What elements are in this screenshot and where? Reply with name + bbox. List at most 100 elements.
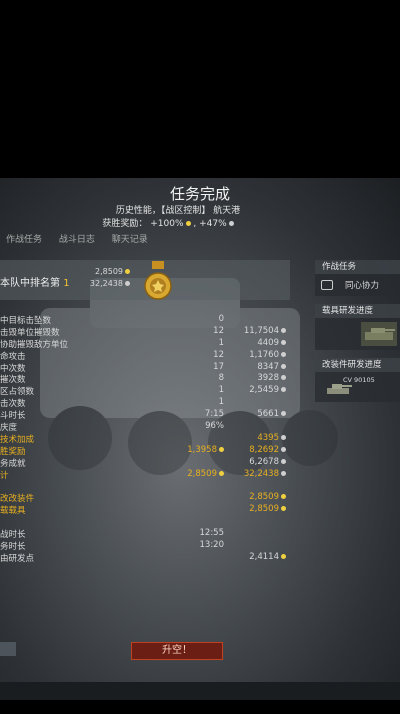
stats-row-label: 中目标击坠数 — [0, 316, 52, 326]
stats-row: 命攻击 12 1,1760 — [0, 350, 300, 362]
silver-lion-icon — [279, 457, 286, 467]
page-title: 任务完成 — [169, 185, 230, 203]
stats-row-label: 协助摧毁敌方单位 — [0, 339, 69, 350]
rank-sl: 32,2438 — [89, 279, 123, 288]
stats-row-value-b: 2,4114 — [249, 551, 279, 562]
stats-row: 斗时长 7:15 5661 — [0, 409, 300, 421]
stats-row-label: 务成就 — [0, 458, 26, 469]
module-research-box[interactable]: CV 90105 — [315, 372, 400, 402]
research-point-icon — [217, 469, 224, 479]
vehicle-research-title: 载具研发进度 — [315, 304, 400, 318]
stats-row: 战时长 12:55 — [0, 528, 300, 540]
stats-row-label: 摧次数 — [0, 375, 26, 386]
stats-row-value-a: 13:20 — [199, 539, 225, 550]
stats-row-value-a: 12:55 — [199, 528, 225, 539]
stats-row-value-b: 5661 — [257, 409, 279, 420]
stats-row-label: 区占领数 — [0, 387, 35, 398]
vehicle-research-image — [361, 322, 397, 346]
stats-row-label: 务时长 — [0, 541, 26, 552]
stats-row-label: 庆度 — [0, 423, 18, 434]
stats-row: 务时长 13:20 — [0, 540, 300, 552]
stats-row: 技术加成 4395 — [0, 433, 300, 445]
reward-label: 获胜奖励： — [102, 219, 148, 229]
stats-row-label: 击次数 — [0, 399, 26, 410]
silver-lion-icon — [279, 350, 286, 360]
stats-row: 胜奖励 1,3958 8,2692 — [0, 445, 300, 457]
research-point-icon — [279, 504, 286, 514]
rank-text: 本队中排名第 1 — [0, 274, 70, 289]
rank-rp: 2,8509 — [95, 267, 123, 276]
stats-row-value-b: 8347 — [257, 361, 279, 372]
missions-title: 作战任务 — [315, 260, 400, 274]
reward-rp: +100% — [150, 219, 184, 229]
research-point-icon — [123, 267, 130, 276]
stats-row: 区占领数 1 2,5459 — [0, 385, 300, 397]
right-panel: 作战任务 同心协力 载具研发进度 改装件研发进度 CV 90105 — [315, 260, 400, 402]
silver-lion-icon — [279, 433, 286, 443]
stats-row-value-a: 1 — [218, 337, 224, 348]
stats-row-label: 命攻击 — [0, 351, 26, 362]
stats-row: 改改装件 2,8509 — [0, 492, 300, 504]
stats-row: 计 2,8509 32,2438 — [0, 469, 300, 481]
stats-row: 中目标击坠数 0 — [0, 314, 300, 326]
stats-row-value-a: 1 — [218, 397, 224, 408]
mission-item[interactable]: 同心协力 — [315, 274, 400, 296]
stats-row-label: 计 — [0, 470, 9, 481]
stats-row-value-b: 6,2678 — [249, 456, 279, 467]
stats-row — [0, 516, 300, 528]
stats-row-value-b: 8,2692 — [249, 444, 279, 455]
stats-row-label: 技术加成 — [0, 434, 35, 445]
stats-row-value-b: 2,5459 — [249, 385, 279, 396]
stats-row-value-a: 96% — [205, 421, 224, 432]
launch-button[interactable]: 升空！ — [131, 642, 223, 660]
stats-row-value-b: 3928 — [257, 373, 279, 384]
stats-row-value-b: 4395 — [257, 432, 279, 443]
stats-row-label: 中次数 — [0, 363, 26, 374]
research-point-icon — [279, 492, 286, 502]
stats-row-value-b: 2,8509 — [249, 492, 279, 503]
stats-row-label: 击毁单位摧毁数 — [0, 327, 60, 338]
stats-row-label: 改改装件 — [0, 494, 35, 505]
left-button-stub[interactable] — [0, 642, 16, 656]
mission-icon — [321, 280, 333, 290]
stats-row-value-a: 1,3958 — [187, 444, 217, 455]
stats-row-label: 战时长 — [0, 530, 26, 541]
stats-row — [0, 480, 300, 492]
stats-row-value-a: 17 — [213, 361, 224, 372]
debriefing-screen: 任务完成 历史性能，【战区控制】 航天港 获胜奖励： +100% , +47% … — [0, 178, 400, 700]
stats-row-value-b: 2,8509 — [249, 504, 279, 515]
stats-row-value-a: 12 — [213, 325, 224, 336]
stats-row: 摧次数 8 3928 — [0, 373, 300, 385]
stats-row-value-b: 32,2438 — [243, 468, 279, 479]
stats-row: 击次数 1 — [0, 397, 300, 409]
mission-item-label: 同心协力 — [345, 281, 380, 291]
tab-missions[interactable]: 作战任务 — [6, 235, 42, 245]
stats-row-value-b: 1,1760 — [249, 349, 279, 360]
silver-lion-icon — [279, 409, 286, 419]
stats-row: 务成就 6,2678 — [0, 457, 300, 469]
rank-position: 1 — [63, 278, 70, 289]
stats-row-value-a: 8 — [218, 373, 224, 384]
stats-table: 中目标击坠数 0 击毁单位摧毁数 12 11,7504 协助摧毁敌方单位 1 4409 命攻击 1… — [0, 314, 300, 564]
victory-reward: 获胜奖励： +100% , +47% — [0, 216, 336, 229]
research-point-icon — [184, 219, 191, 229]
silver-lion-icon — [279, 445, 286, 455]
stats-row-value-b: 4409 — [257, 337, 279, 348]
stats-row-label: 斗时长 — [0, 411, 26, 422]
tab-battle-log[interactable]: 战斗日志 — [59, 235, 95, 245]
reward-sl: +47% — [199, 219, 227, 229]
tab-chat-log[interactable]: 聊天记录 — [112, 235, 148, 245]
silver-lion-icon — [279, 362, 286, 372]
medal-icon — [144, 261, 172, 300]
stats-row-value-b: 11,7504 — [243, 325, 279, 336]
silver-lion-icon — [279, 338, 286, 348]
stats-row: 击毁单位摧毁数 12 11,7504 — [0, 326, 300, 338]
research-point-icon — [279, 552, 286, 562]
stats-row: 载载具 2,8509 — [0, 504, 300, 516]
tab-bar: 作战任务 战斗日志 聊天记录 — [6, 232, 162, 245]
stats-row-value-a: 2,8509 — [187, 468, 217, 479]
vehicle-research-box[interactable] — [315, 318, 400, 350]
rank-label: 本队中排名第 — [0, 278, 60, 289]
silver-lion-icon — [279, 373, 286, 383]
stats-row-value-a: 12 — [213, 349, 224, 360]
